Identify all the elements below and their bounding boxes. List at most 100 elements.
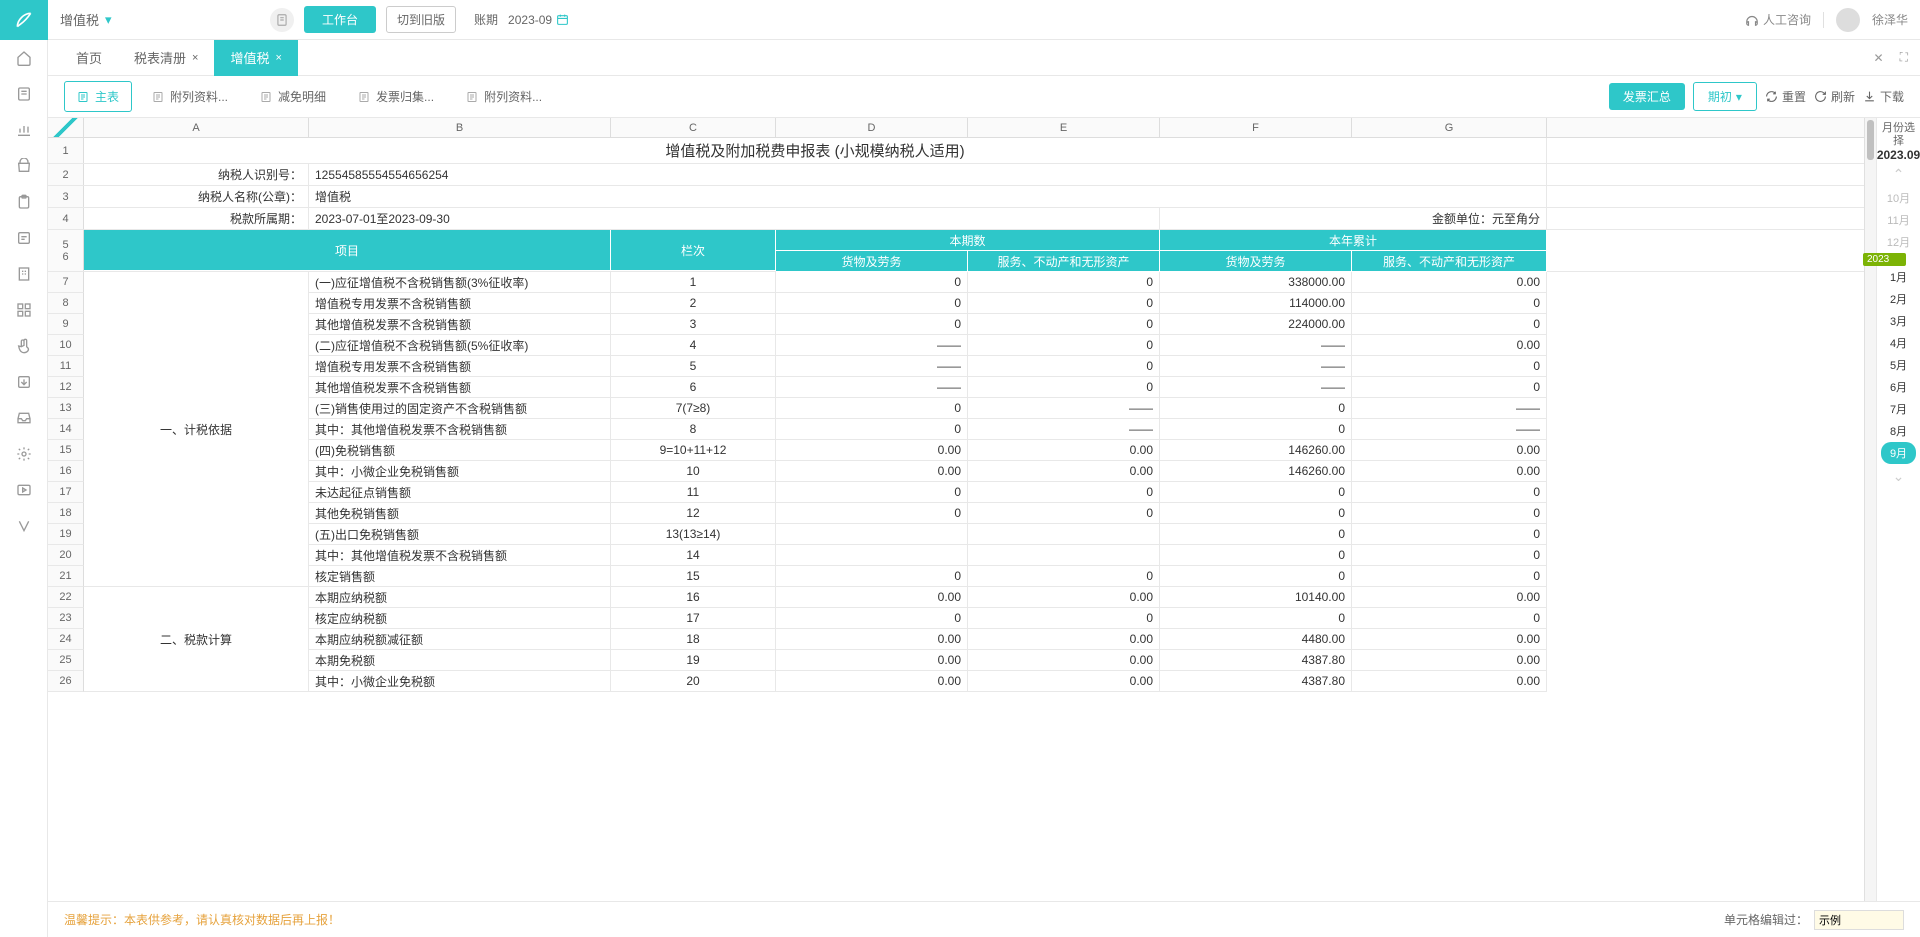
cell[interactable]: 本期应纳税额减征额: [309, 629, 611, 649]
cell[interactable]: 0: [776, 314, 968, 334]
cell[interactable]: 0: [1352, 524, 1547, 544]
cell[interactable]: 0: [776, 608, 968, 628]
cell[interactable]: 0: [776, 293, 968, 313]
cell[interactable]: 0: [1160, 398, 1352, 418]
cell[interactable]: 0: [1160, 608, 1352, 628]
company-selector[interactable]: 增值税 ▾: [60, 10, 260, 29]
cell[interactable]: 0: [1352, 566, 1547, 586]
cell[interactable]: 0: [1352, 377, 1547, 397]
cell[interactable]: 0.00: [776, 587, 968, 607]
cell[interactable]: 0.00: [968, 671, 1160, 691]
cell[interactable]: 核定销售额: [309, 566, 611, 586]
cell[interactable]: 0: [1160, 566, 1352, 586]
col-header[interactable]: D: [776, 118, 968, 137]
cell[interactable]: 0: [1352, 545, 1547, 565]
cell[interactable]: 0: [1352, 503, 1547, 523]
refresh-button[interactable]: 刷新: [1814, 88, 1855, 105]
cell[interactable]: 0: [968, 566, 1160, 586]
cell[interactable]: ——: [776, 356, 968, 376]
month-item[interactable]: 1月: [1877, 266, 1920, 288]
cell[interactable]: 0.00: [968, 587, 1160, 607]
cell[interactable]: 0: [776, 272, 968, 292]
cell[interactable]: ——: [1352, 419, 1547, 439]
cell[interactable]: 0: [968, 503, 1160, 523]
cell[interactable]: 0: [968, 272, 1160, 292]
cell[interactable]: 0.00: [1352, 587, 1547, 607]
cell[interactable]: 0.00: [968, 629, 1160, 649]
subtab-3[interactable]: 发票归集...: [346, 81, 446, 112]
month-item[interactable]: 12月: [1877, 231, 1920, 253]
cell[interactable]: 其中：其他增值税发票不含税销售额: [309, 419, 611, 439]
month-item[interactable]: 5月: [1877, 354, 1920, 376]
select-all-corner[interactable]: [48, 118, 84, 137]
example-input[interactable]: [1814, 910, 1904, 930]
download-button[interactable]: 下载: [1863, 88, 1904, 105]
cell[interactable]: 18: [611, 629, 776, 649]
cell[interactable]: 17: [611, 608, 776, 628]
reset-button[interactable]: 重置: [1765, 88, 1806, 105]
cell[interactable]: 0: [1352, 482, 1547, 502]
cell[interactable]: 0: [968, 608, 1160, 628]
cell[interactable]: 0: [968, 293, 1160, 313]
close-all-icon[interactable]: ✕: [1870, 47, 1888, 69]
cell[interactable]: 0: [776, 419, 968, 439]
initial-button[interactable]: 期初 ▾: [1693, 82, 1757, 111]
invoice-summary-button[interactable]: 发票汇总: [1609, 83, 1685, 110]
vertical-scrollbar[interactable]: [1864, 118, 1876, 901]
col-header[interactable]: B: [309, 118, 611, 137]
nav-chart-icon[interactable]: [0, 112, 48, 148]
cell[interactable]: 其中：小微企业免税销售额: [309, 461, 611, 481]
tab-0[interactable]: 首页: [60, 40, 118, 76]
cell[interactable]: 0: [1352, 608, 1547, 628]
cell[interactable]: 15: [611, 566, 776, 586]
nav-bag-icon[interactable]: [0, 148, 48, 184]
cell[interactable]: 20: [611, 671, 776, 691]
consult-link[interactable]: 人工咨询: [1745, 11, 1811, 28]
cell[interactable]: ——: [1160, 377, 1352, 397]
cell[interactable]: 0.00: [776, 650, 968, 670]
spreadsheet[interactable]: ABCDEFG 1增值税及附加税费申报表 (小规模纳税人适用)2纳税人识别号：1…: [48, 118, 1864, 901]
cell[interactable]: ——: [776, 335, 968, 355]
cell[interactable]: ——: [1352, 398, 1547, 418]
cell[interactable]: 12: [611, 503, 776, 523]
col-header[interactable]: G: [1352, 118, 1547, 137]
cell[interactable]: 146260.00: [1160, 440, 1352, 460]
cell[interactable]: 核定应纳税额: [309, 608, 611, 628]
cell[interactable]: 5: [611, 356, 776, 376]
nav-hand-icon[interactable]: [0, 328, 48, 364]
tab-close-icon[interactable]: ×: [275, 52, 281, 64]
month-item[interactable]: 7月: [1877, 398, 1920, 420]
scrollbar-thumb[interactable]: [1867, 120, 1874, 160]
avatar[interactable]: [1836, 8, 1860, 32]
tab-1[interactable]: 税表清册×: [118, 40, 214, 76]
nav-building-icon[interactable]: [0, 256, 48, 292]
col-header[interactable]: A: [84, 118, 309, 137]
cell[interactable]: ——: [1160, 356, 1352, 376]
month-item[interactable]: 2月: [1877, 288, 1920, 310]
cell[interactable]: 8: [611, 419, 776, 439]
col-header[interactable]: E: [968, 118, 1160, 137]
cell[interactable]: 本期免税额: [309, 650, 611, 670]
tab-close-icon[interactable]: ×: [192, 52, 198, 64]
cell[interactable]: 4387.80: [1160, 671, 1352, 691]
cell[interactable]: 19: [611, 650, 776, 670]
subtab-4[interactable]: 附列资料...: [454, 81, 554, 112]
cell[interactable]: 0.00: [776, 671, 968, 691]
cell[interactable]: [968, 545, 1160, 565]
cell[interactable]: 10140.00: [1160, 587, 1352, 607]
switch-old-button[interactable]: 切到旧版: [386, 6, 456, 33]
cell[interactable]: (二)应征增值税不含税销售额(5%征收率): [309, 335, 611, 355]
nav-video-icon[interactable]: [0, 472, 48, 508]
cell[interactable]: 7(7≥8): [611, 398, 776, 418]
nav-clipboard-icon[interactable]: [0, 184, 48, 220]
cell[interactable]: ——: [776, 377, 968, 397]
period-picker[interactable]: 2023-09: [508, 13, 569, 27]
cell[interactable]: 9=10+11+12: [611, 440, 776, 460]
fullscreen-icon[interactable]: ⛶: [1896, 46, 1912, 69]
nav-export-icon[interactable]: [0, 364, 48, 400]
cell[interactable]: 其他增值税发票不含税销售额: [309, 314, 611, 334]
month-up-icon[interactable]: ⌃: [1893, 166, 1905, 183]
workbench-button[interactable]: 工作台: [304, 6, 376, 33]
nav-grid-icon[interactable]: [0, 292, 48, 328]
cell[interactable]: 0: [776, 503, 968, 523]
